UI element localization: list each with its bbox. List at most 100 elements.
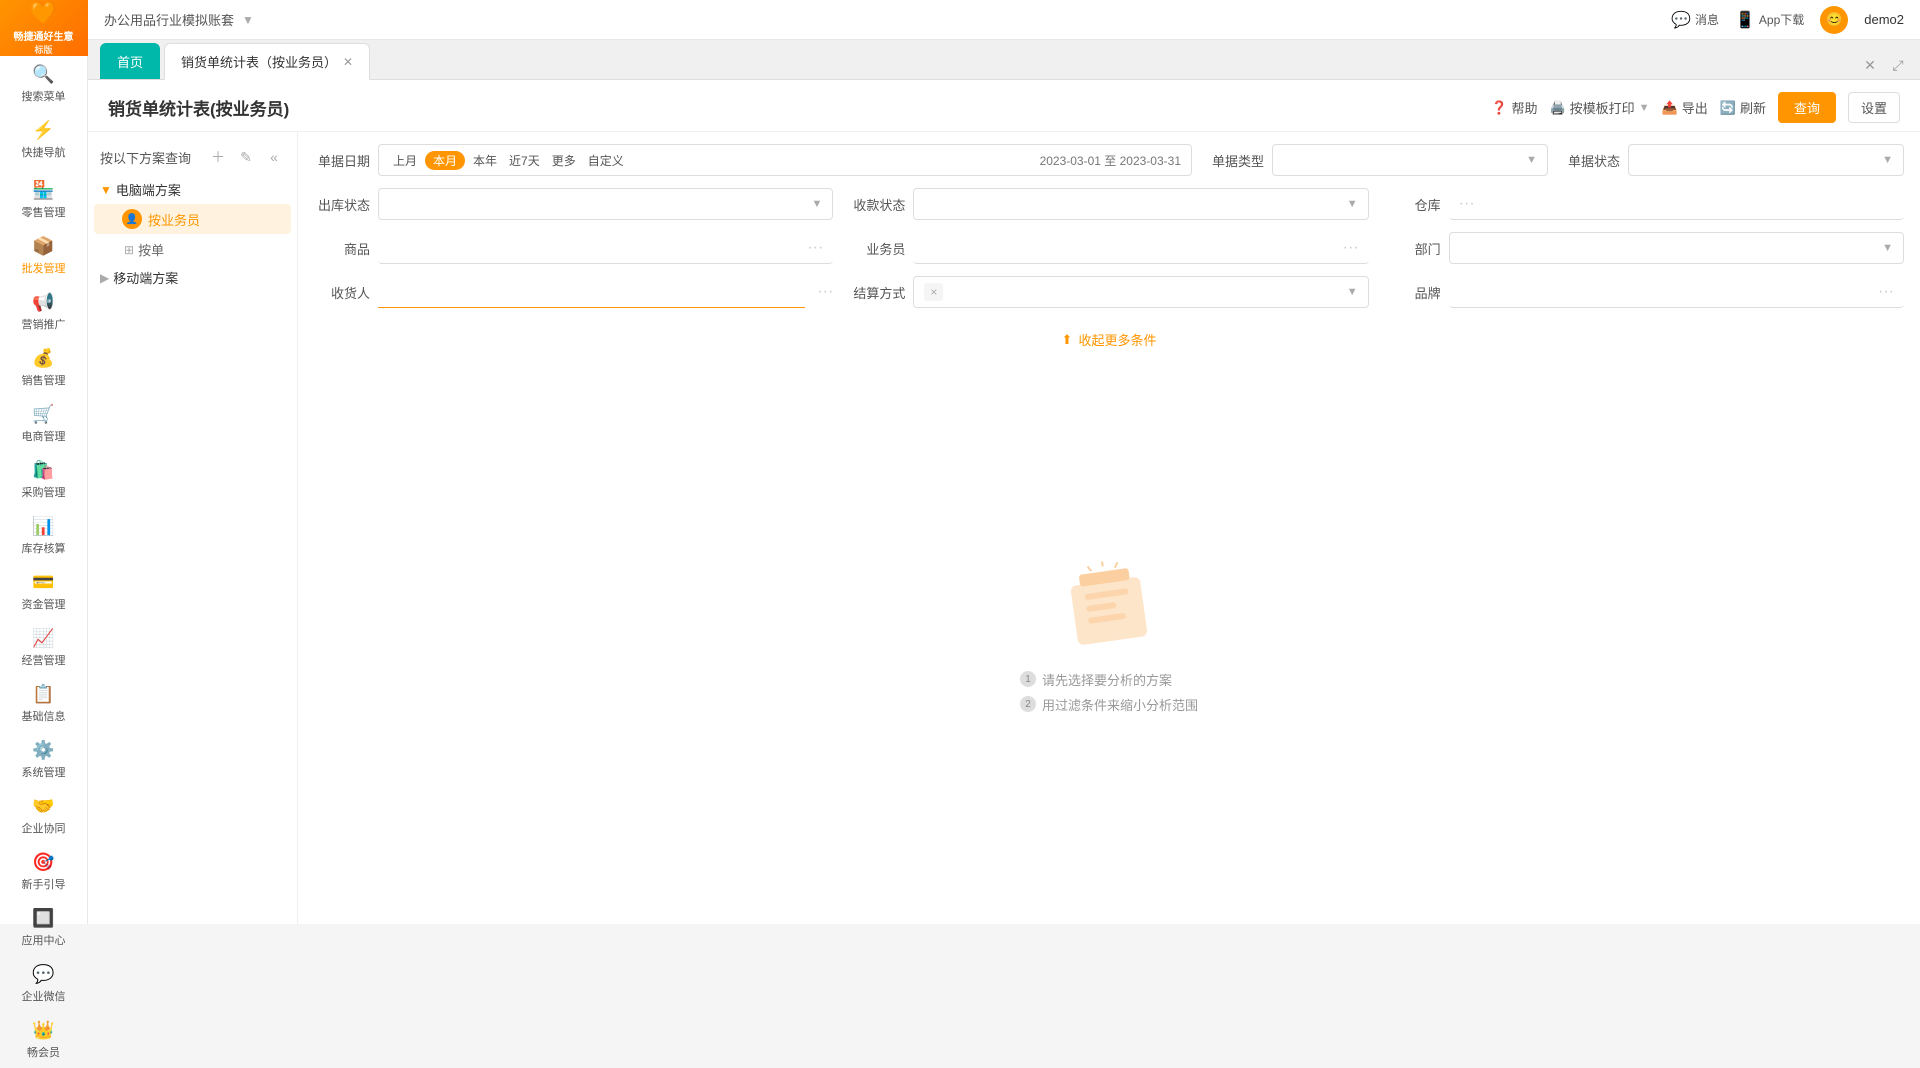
export-button[interactable]: 📤 导出 [1662, 98, 1708, 117]
right-panel: 单据日期 上月 本月 本年 近7天 更多 自定义 20 [298, 132, 1920, 924]
collapse-panel-button[interactable]: « [263, 146, 285, 168]
date-tab-this-month[interactable]: 本月 [425, 151, 465, 170]
hint-text-1: 请先选择要分析的方案 [1042, 670, 1172, 689]
sidebar-item-enterprise[interactable]: 🤝 企业协同 [0, 788, 88, 844]
tab-sales-stat[interactable]: 销货单统计表（按业务员） ✕ [164, 43, 370, 80]
filter-item-doc-type: 单据类型 ▼ [1208, 144, 1548, 176]
sidebar-item-sales[interactable]: 💰 销售管理 [0, 340, 88, 396]
out-status-label: 出库状态 [314, 195, 370, 214]
sidebar-item-wechat[interactable]: 💬 企业微信 [0, 956, 88, 1012]
sidebar-item-basic[interactable]: 📋 基础信息 [0, 676, 88, 732]
receipt-status-select[interactable]: ▼ [913, 188, 1368, 220]
logo-subtitle: 标版 [34, 43, 52, 56]
page-actions: ❓ 帮助 🖨️ 按模板打印 ▼ 📤 导出 🔄 刷新 查询 设置 [1491, 92, 1900, 123]
brand-label: 品牌 [1385, 283, 1441, 302]
sidebar-label-member: 畅会员 [27, 1044, 60, 1060]
page-title: 销货单统计表(按业务员) [108, 95, 289, 120]
scheme-item-by-order[interactable]: ⊞ 按单 [88, 235, 297, 264]
edit-scheme-button[interactable]: ✎ [235, 146, 257, 168]
sidebar-label-shortcut: 快捷导航 [22, 144, 66, 160]
username-label: demo2 [1864, 12, 1904, 27]
print-button[interactable]: 🖨️ 按模板打印 ▼ [1549, 98, 1649, 117]
sidebar-item-inventory[interactable]: 📊 库存核算 [0, 508, 88, 564]
filter-item-out-status: 出库状态 ▼ [314, 188, 833, 220]
refresh-button[interactable]: 🔄 刷新 [1720, 98, 1766, 117]
query-button[interactable]: 查询 [1778, 92, 1836, 123]
warehouse-control[interactable]: ··· [1449, 188, 1904, 220]
sidebar-item-apps[interactable]: 🔲 应用中心 [0, 900, 88, 956]
date-tab-this-year[interactable]: 本年 [469, 151, 501, 170]
sidebar-item-operations[interactable]: 📈 经营管理 [0, 620, 88, 676]
receiver-label: 收货人 [314, 283, 370, 302]
print-label: 按模板打印 [1570, 98, 1635, 117]
receiver-input[interactable] [378, 276, 805, 308]
tab-close-all-button[interactable]: ✕ [1860, 55, 1880, 75]
tab-home[interactable]: 首页 [100, 43, 160, 79]
sidebar-item-shortcut[interactable]: ⚡ 快捷导航 [0, 112, 88, 168]
retail-icon: 🏪 [32, 180, 54, 201]
user-avatar[interactable]: 😊 [1820, 6, 1848, 34]
sidebar-label-wholesale: 批发管理 [22, 260, 66, 276]
app-download-button[interactable]: 📱 App下载 [1735, 10, 1804, 30]
doc-type-select[interactable]: ▼ [1272, 144, 1548, 176]
sidebar-item-ecommerce[interactable]: 🛒 电商管理 [0, 396, 88, 452]
scheme-item-salesperson[interactable]: 👤 按业务员 [94, 204, 291, 234]
sidebar-label-sales: 销售管理 [22, 372, 66, 388]
sidebar-item-marketing[interactable]: 📢 营销推广 [0, 284, 88, 340]
tab-maximize-button[interactable]: ⤢ [1888, 55, 1908, 75]
sidebar-item-member[interactable]: 👑 畅会员 [0, 1012, 88, 1068]
help-button[interactable]: ❓ 帮助 [1491, 98, 1537, 117]
settle-tag-close[interactable]: × [930, 285, 937, 299]
sidebar-item-wholesale[interactable]: 📦 批发管理 [0, 228, 88, 284]
wechat-icon: 💬 [32, 964, 54, 985]
date-control[interactable]: 上月 本月 本年 近7天 更多 自定义 2023-03-01 至 2023-03… [378, 144, 1192, 176]
shortcut-icon: ⚡ [32, 120, 54, 141]
help-icon: ❓ [1491, 100, 1507, 116]
out-status-select[interactable]: ▼ [378, 188, 833, 220]
date-tab-custom[interactable]: 自定义 [584, 151, 628, 170]
scheme-group-desktop-label: 电脑端方案 [116, 180, 181, 199]
salesperson-dots: ··· [1343, 239, 1359, 257]
message-label: 消息 [1695, 11, 1719, 28]
sales-icon: 💰 [32, 348, 54, 369]
sidebar-item-search[interactable]: 🔍 搜索菜单 [0, 56, 88, 112]
print-icon: 🖨️ [1549, 100, 1565, 116]
sidebar-label-inventory: 库存核算 [22, 540, 66, 556]
sidebar-item-finance[interactable]: 💳 资金管理 [0, 564, 88, 620]
empty-hint-2: 2 用过滤条件来缩小分析范围 [1020, 692, 1198, 717]
filter-item-date: 单据日期 上月 本月 本年 近7天 更多 自定义 20 [314, 144, 1192, 176]
scheme-group-desktop-header[interactable]: ▼ 电脑端方案 [88, 176, 297, 203]
sidebar-label-ecommerce: 电商管理 [22, 428, 66, 444]
settle-select[interactable]: × ▼ [913, 276, 1368, 308]
sidebar-label-retail: 零售管理 [22, 204, 66, 220]
date-tab-last-month[interactable]: 上月 [389, 151, 421, 170]
sidebar-item-system[interactable]: ⚙️ 系统管理 [0, 732, 88, 788]
message-button[interactable]: 💬 消息 [1671, 10, 1719, 30]
settings-button[interactable]: 设置 [1848, 92, 1900, 123]
export-icon: 📤 [1662, 100, 1678, 116]
enterprise-icon: 🤝 [32, 796, 54, 817]
doc-status-select[interactable]: ▼ [1628, 144, 1904, 176]
date-tab-more[interactable]: 更多 [548, 151, 580, 170]
dept-select[interactable]: ▼ [1449, 232, 1904, 264]
collapse-right-icon: ▶ [100, 271, 109, 285]
sidebar-item-purchase[interactable]: 🛍️ 采购管理 [0, 452, 88, 508]
scheme-group-mobile-header[interactable]: ▶ 移动端方案 [88, 264, 297, 291]
collapse-button[interactable]: ⬆ 收起更多条件 [314, 324, 1904, 355]
add-scheme-button[interactable]: ＋ [207, 146, 229, 168]
date-tab-7days[interactable]: 近7天 [505, 151, 544, 170]
doc-status-chevron-icon: ▼ [1882, 154, 1893, 166]
app-download-label: App下载 [1759, 11, 1804, 28]
salesperson-control[interactable]: ··· [913, 232, 1368, 264]
operations-icon: 📈 [32, 628, 54, 649]
goods-control[interactable]: ··· [378, 232, 833, 264]
page-header: 销货单统计表(按业务员) ❓ 帮助 🖨️ 按模板打印 ▼ 📤 导出 🔄 刷 [88, 80, 1920, 132]
brand-control[interactable]: ··· [1449, 276, 1904, 308]
sidebar: 🧡 畅捷通好生意 标版 🔍 搜索菜单 ⚡ 快捷导航 🏪 零售管理 📦 批发管理 … [0, 0, 88, 924]
sidebar-item-newbie[interactable]: 🎯 新手引导 [0, 844, 88, 900]
empty-hint-1: 1 请先选择要分析的方案 [1020, 667, 1198, 692]
sidebar-item-retail[interactable]: 🏪 零售管理 [0, 172, 88, 228]
dropdown-arrow-icon[interactable]: ▼ [242, 13, 254, 27]
ecommerce-icon: 🛒 [32, 404, 54, 425]
tab-close-button[interactable]: ✕ [343, 55, 353, 69]
